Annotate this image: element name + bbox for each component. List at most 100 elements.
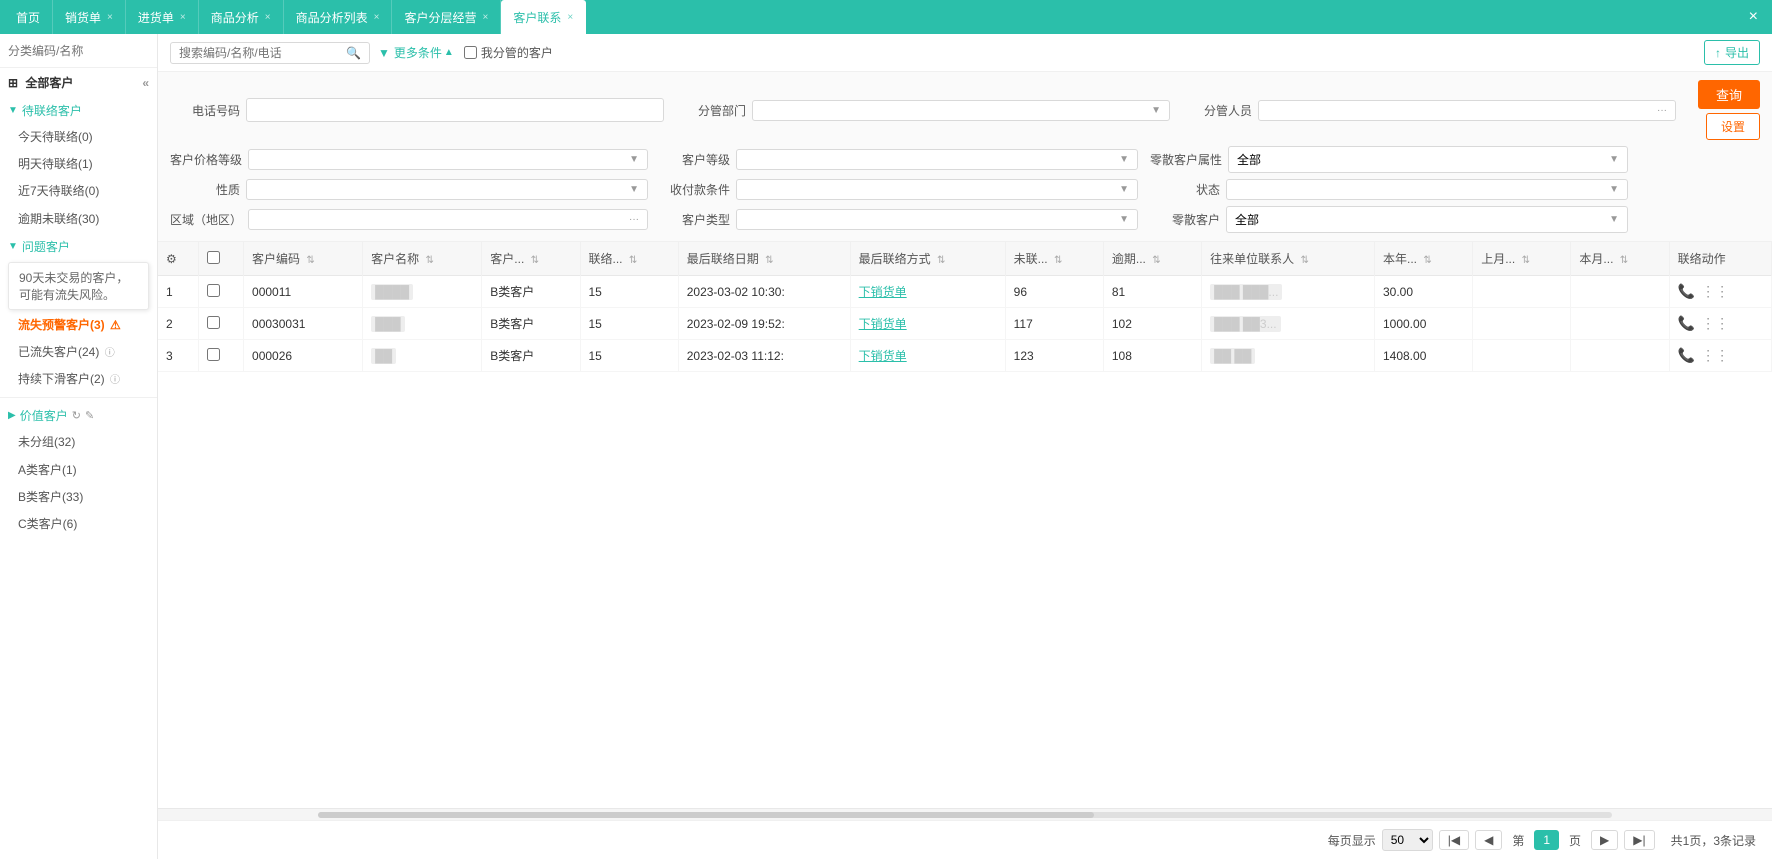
contact-action-icon[interactable]: 📞: [1678, 347, 1695, 364]
col-name[interactable]: 客户名称 ⇅: [363, 242, 482, 276]
adv-field-customer-level: 客户等级 ▼: [660, 149, 1138, 170]
tab-close-purchase-order[interactable]: ×: [180, 12, 186, 23]
cell-last-method[interactable]: 下销货单: [850, 308, 1005, 340]
col-checkbox[interactable]: [199, 242, 244, 276]
cell-checkbox[interactable]: [199, 340, 244, 372]
tab-purchase-order[interactable]: 进货单 ×: [126, 0, 199, 34]
row-checkbox-0[interactable]: [207, 284, 220, 297]
tab-product-analysis[interactable]: 商品分析 ×: [199, 0, 284, 34]
query-button[interactable]: 查询: [1698, 80, 1760, 109]
cell-no-contact: 96: [1005, 276, 1103, 308]
tab-sales-order[interactable]: 销货单 ×: [53, 0, 126, 34]
first-page-btn[interactable]: |◀: [1439, 830, 1469, 850]
sidebar-item-churned[interactable]: 已流失客户(24) ⓘ: [0, 339, 157, 366]
col-contact-person[interactable]: 往来单位联系人 ⇅: [1202, 242, 1375, 276]
contact-action-icon[interactable]: 📞: [1678, 283, 1695, 300]
col-this-year[interactable]: 本年... ⇅: [1374, 242, 1472, 276]
tab-close-customer-contact[interactable]: ×: [567, 12, 573, 23]
sidebar-item-churn-warning[interactable]: 流失预警客户(3) ⚠: [0, 312, 157, 339]
tab-home[interactable]: 首页: [4, 0, 53, 34]
sidebar-root-label: ⊞ 全部客户: [8, 74, 73, 91]
sidebar-group-value-customer[interactable]: ▶ 价值客户 ↻ ✎: [0, 402, 157, 429]
payment-select[interactable]: ▼: [736, 179, 1138, 200]
cell-checkbox[interactable]: [199, 308, 244, 340]
more-conditions-btn[interactable]: ▼ 更多条件 ▲: [378, 44, 454, 61]
sidebar-item-class-a[interactable]: A类客户(1): [0, 457, 157, 484]
col-this-month[interactable]: 本月... ⇅: [1571, 242, 1669, 276]
export-button[interactable]: ↑ 导出: [1704, 40, 1760, 65]
more-action-icon[interactable]: ⋮⋮: [1701, 283, 1729, 300]
contact-action-icon[interactable]: 📞: [1678, 315, 1695, 332]
status-select[interactable]: ▼: [1226, 179, 1628, 200]
price-level-select[interactable]: ▼: [248, 149, 648, 170]
more-action-icon[interactable]: ⋮⋮: [1701, 347, 1729, 364]
col-overdue[interactable]: 逾期... ⇅: [1103, 242, 1201, 276]
cell-last-method[interactable]: 下销货单: [850, 276, 1005, 308]
sidebar-root[interactable]: ⊞ 全部客户 «: [0, 68, 157, 97]
search-icon[interactable]: 🔍: [346, 46, 361, 60]
tab-close-sales-order[interactable]: ×: [107, 12, 113, 23]
adv-field-status: 状态 ▼: [1150, 179, 1628, 200]
sidebar-item-ungrouped[interactable]: 未分组(32): [0, 429, 157, 456]
col-last-month[interactable]: 上月... ⇅: [1473, 242, 1571, 276]
sidebar-group-pending-contact[interactable]: ▼ 待联络客户: [0, 97, 157, 124]
manager-select[interactable]: ···: [1258, 100, 1676, 121]
tab-product-analysis-list[interactable]: 商品分析列表 ×: [284, 0, 393, 34]
my-customers-checkbox[interactable]: 我分管的客户: [464, 44, 553, 61]
current-page-btn[interactable]: 1: [1534, 830, 1559, 850]
sidebar-search-input[interactable]: [8, 44, 158, 58]
tab-close-product-analysis-list[interactable]: ×: [374, 12, 380, 23]
sidebar-tooltip: 90天未交易的客户，可能有流失风险。: [8, 262, 149, 310]
window-close-button[interactable]: ×: [1739, 8, 1768, 26]
horizontal-scrollbar[interactable]: [158, 808, 1772, 820]
cell-last-method[interactable]: 下销货单: [850, 340, 1005, 372]
sidebar-collapse-icon[interactable]: «: [142, 76, 149, 90]
tab-customer-tier[interactable]: 客户分层经营 ×: [392, 0, 501, 34]
search-box[interactable]: 🔍: [170, 42, 370, 64]
per-page-select[interactable]: 50 100: [1382, 829, 1433, 851]
customer-type-select[interactable]: ▼: [736, 209, 1138, 230]
retail-attr-select[interactable]: 全部 ▼: [1228, 146, 1628, 173]
tab-close-customer-tier[interactable]: ×: [482, 12, 488, 23]
sidebar-item-7day-contact[interactable]: 近7天待联络(0): [0, 178, 157, 205]
select-all-checkbox[interactable]: [207, 251, 220, 264]
col-no-contact[interactable]: 未联... ⇅: [1005, 242, 1103, 276]
col-code[interactable]: 客户编码 ⇅: [244, 242, 363, 276]
sidebar-group-problem-customer[interactable]: ▼ 问题客户: [0, 233, 157, 260]
sidebar-item-class-c[interactable]: C类客户(6): [0, 511, 157, 538]
sidebar-item-tomorrow-contact[interactable]: 明天待联络(1): [0, 151, 157, 178]
payment-arrow: ▼: [1119, 184, 1129, 195]
more-action-icon[interactable]: ⋮⋮: [1701, 315, 1729, 332]
my-customers-checkbox-input[interactable]: [464, 46, 477, 59]
settings-button[interactable]: 设置: [1706, 113, 1760, 140]
col-last-date[interactable]: 最后联络日期 ⇅: [678, 242, 850, 276]
row-checkbox-1[interactable]: [207, 316, 220, 329]
customer-level-select[interactable]: ▼: [736, 149, 1138, 170]
sidebar-item-today-contact[interactable]: 今天待联络(0): [0, 124, 157, 151]
sidebar-item-declining[interactable]: 持续下滑客户(2) ⓘ: [0, 366, 157, 393]
sort-icon-contact: ⇅: [629, 255, 637, 266]
col-contact[interactable]: 联络... ⇅: [580, 242, 678, 276]
scrollbar-thumb[interactable]: [318, 812, 1094, 818]
refresh-icon[interactable]: ↻: [72, 409, 81, 422]
prev-page-btn[interactable]: ◀: [1475, 830, 1502, 850]
tab-close-product-analysis[interactable]: ×: [265, 12, 271, 23]
col-type[interactable]: 客户... ⇅: [482, 242, 580, 276]
retail-customer-select[interactable]: 全部 ▼: [1226, 206, 1628, 233]
region-select[interactable]: ···: [248, 209, 648, 230]
last-page-btn[interactable]: ▶|: [1624, 830, 1654, 850]
row-checkbox-2[interactable]: [207, 348, 220, 361]
phone-input[interactable]: [246, 98, 664, 122]
col-last-method[interactable]: 最后联络方式 ⇅: [850, 242, 1005, 276]
tab-customer-contact[interactable]: 客户联系 ×: [501, 0, 586, 34]
cell-checkbox[interactable]: [199, 276, 244, 308]
sidebar-item-class-b[interactable]: B类客户(33): [0, 484, 157, 511]
search-input[interactable]: [179, 46, 346, 60]
sidebar-item-overdue-contact[interactable]: 逾期未联络(30): [0, 206, 157, 233]
next-page-btn[interactable]: ▶: [1591, 830, 1618, 850]
adv-field-phone: 电话号码: [170, 98, 664, 122]
nature-select[interactable]: ▼: [246, 179, 648, 200]
edit-icon[interactable]: ✎: [85, 409, 94, 422]
col-settings[interactable]: ⚙: [158, 242, 199, 276]
dept-select[interactable]: ▼: [752, 100, 1170, 121]
